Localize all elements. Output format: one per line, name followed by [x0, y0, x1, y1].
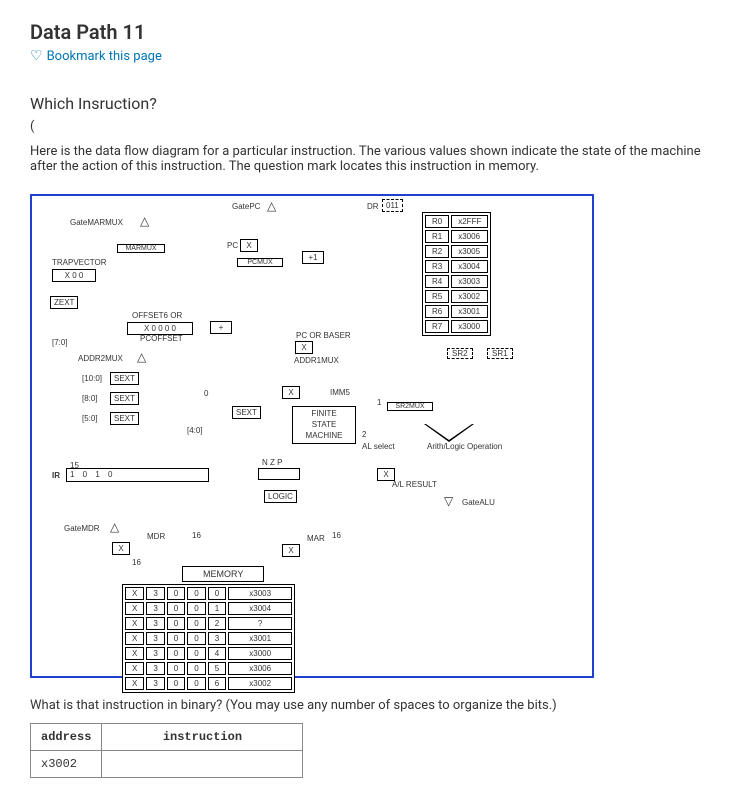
- zext-box: ZEXT: [50, 296, 78, 309]
- arith-label: Arith/Logic Operation: [427, 442, 502, 451]
- trapvector-x00: X 0 0: [52, 269, 96, 282]
- question-2-text: What is that instruction in binary? (You…: [30, 698, 723, 713]
- sr2mux: SR2MUX: [387, 402, 433, 411]
- paren: (: [30, 119, 723, 134]
- addr2mux-label: ADDR2MUX: [78, 354, 123, 363]
- pcoffset-label: PCOFFSET: [140, 334, 183, 343]
- eight0-label: [8:0]: [82, 394, 98, 403]
- gatealu-tri: ▽: [444, 494, 453, 508]
- plus-box: +: [210, 321, 232, 334]
- addr2mux-tri: △: [137, 350, 146, 364]
- header-instruction: instruction: [102, 724, 303, 751]
- trapvector-label: TRAPVECTOR: [52, 258, 107, 267]
- bookmark-label: Bookmark this page: [47, 49, 162, 64]
- four0-label: [4:0]: [187, 426, 203, 435]
- question-heading: Which Insruction?: [30, 94, 723, 113]
- two-label: 2: [362, 430, 366, 439]
- header-address: address: [31, 724, 102, 751]
- five0-label: [5:0]: [82, 414, 98, 423]
- x-imm-box: X: [282, 386, 300, 399]
- dr-label: DR: [367, 202, 379, 211]
- pc-x: X: [240, 239, 258, 252]
- nzp-box: [258, 468, 300, 480]
- gatemarmux-label: GateMARMUX: [70, 218, 123, 227]
- answer-address: x3002: [31, 751, 102, 778]
- gatepc-tri: △: [267, 199, 276, 213]
- bookmark-link[interactable]: ♡ Bookmark this page: [30, 48, 162, 64]
- plus1-box: +1: [302, 251, 324, 264]
- al-select-label: AL select: [362, 442, 395, 451]
- addr1mux-label: ADDR1MUX: [294, 356, 339, 365]
- sext1-box: SEXT: [110, 372, 139, 385]
- memory-label: MEMORY: [182, 566, 264, 582]
- logic-box: LOGIC: [264, 490, 297, 503]
- nzp-label: N Z P: [262, 458, 282, 467]
- gatepc-label: GatePC: [232, 202, 260, 211]
- one-label: 1: [377, 398, 381, 407]
- sext3-box: SEXT: [110, 412, 139, 425]
- answer-table: address instruction x3002: [30, 723, 303, 778]
- alu-triangle: [424, 424, 474, 442]
- gatemarmux-tri: △: [140, 214, 149, 228]
- pcmux: PCMUX: [237, 258, 283, 267]
- prompt-text: Here is the data flow diagram for a part…: [30, 144, 723, 174]
- mdr-x: X: [112, 542, 130, 555]
- mar-x: X: [282, 544, 300, 557]
- sixteen-label-2: 16: [332, 531, 341, 540]
- sixteen-label-3: 16: [132, 558, 141, 567]
- sr2-label: SR2: [447, 348, 473, 359]
- gatealu-label: GateALU: [462, 498, 495, 507]
- gatemdr-label: GateMDR: [64, 524, 100, 533]
- register-file: R0x2FFFR1x3006R2x3005R3x3004R4x3003R5x30…: [422, 212, 491, 336]
- sixteen-label-1: 16: [192, 531, 201, 540]
- ten0-label: [10:0]: [82, 374, 102, 383]
- sext2-box: SEXT: [110, 392, 139, 405]
- memory-table: X3000x3003X3001x3004X3002?X3003x3001X300…: [122, 584, 295, 693]
- al-result-label: A/L RESULT: [392, 480, 437, 489]
- marmux: MARMUX: [117, 244, 165, 253]
- gatemdr-tri: △: [110, 520, 119, 534]
- fsm-box: FINITE STATE MACHINE: [292, 406, 356, 444]
- zero-label: 0: [204, 389, 208, 398]
- page-title: Data Path 11: [30, 20, 723, 44]
- pcbaser-label: PC OR BASER: [296, 331, 351, 340]
- seven0-label: [7:0]: [52, 338, 68, 347]
- sext4-box: SEXT: [232, 406, 261, 419]
- imm5-label: IMM5: [330, 388, 350, 397]
- dr-value: 011: [382, 199, 403, 212]
- pc-label: PC: [227, 241, 238, 250]
- sr1-label: SR1: [487, 348, 513, 359]
- answer-instruction-input[interactable]: [102, 751, 303, 778]
- pcbaser-x: X: [295, 341, 313, 354]
- ir-value: 1 0 1 0: [66, 468, 209, 482]
- mar-label: MAR: [307, 534, 325, 543]
- ir-label: IR: [52, 471, 60, 480]
- bookmark-icon: ♡: [30, 48, 43, 64]
- offset6-label: OFFSET6 OR: [132, 311, 182, 320]
- mdr-label: MDR: [147, 532, 165, 541]
- datapath-diagram: GatePC △ DR 011 GateMARMUX △ R0x2FFFR1x3…: [30, 194, 594, 678]
